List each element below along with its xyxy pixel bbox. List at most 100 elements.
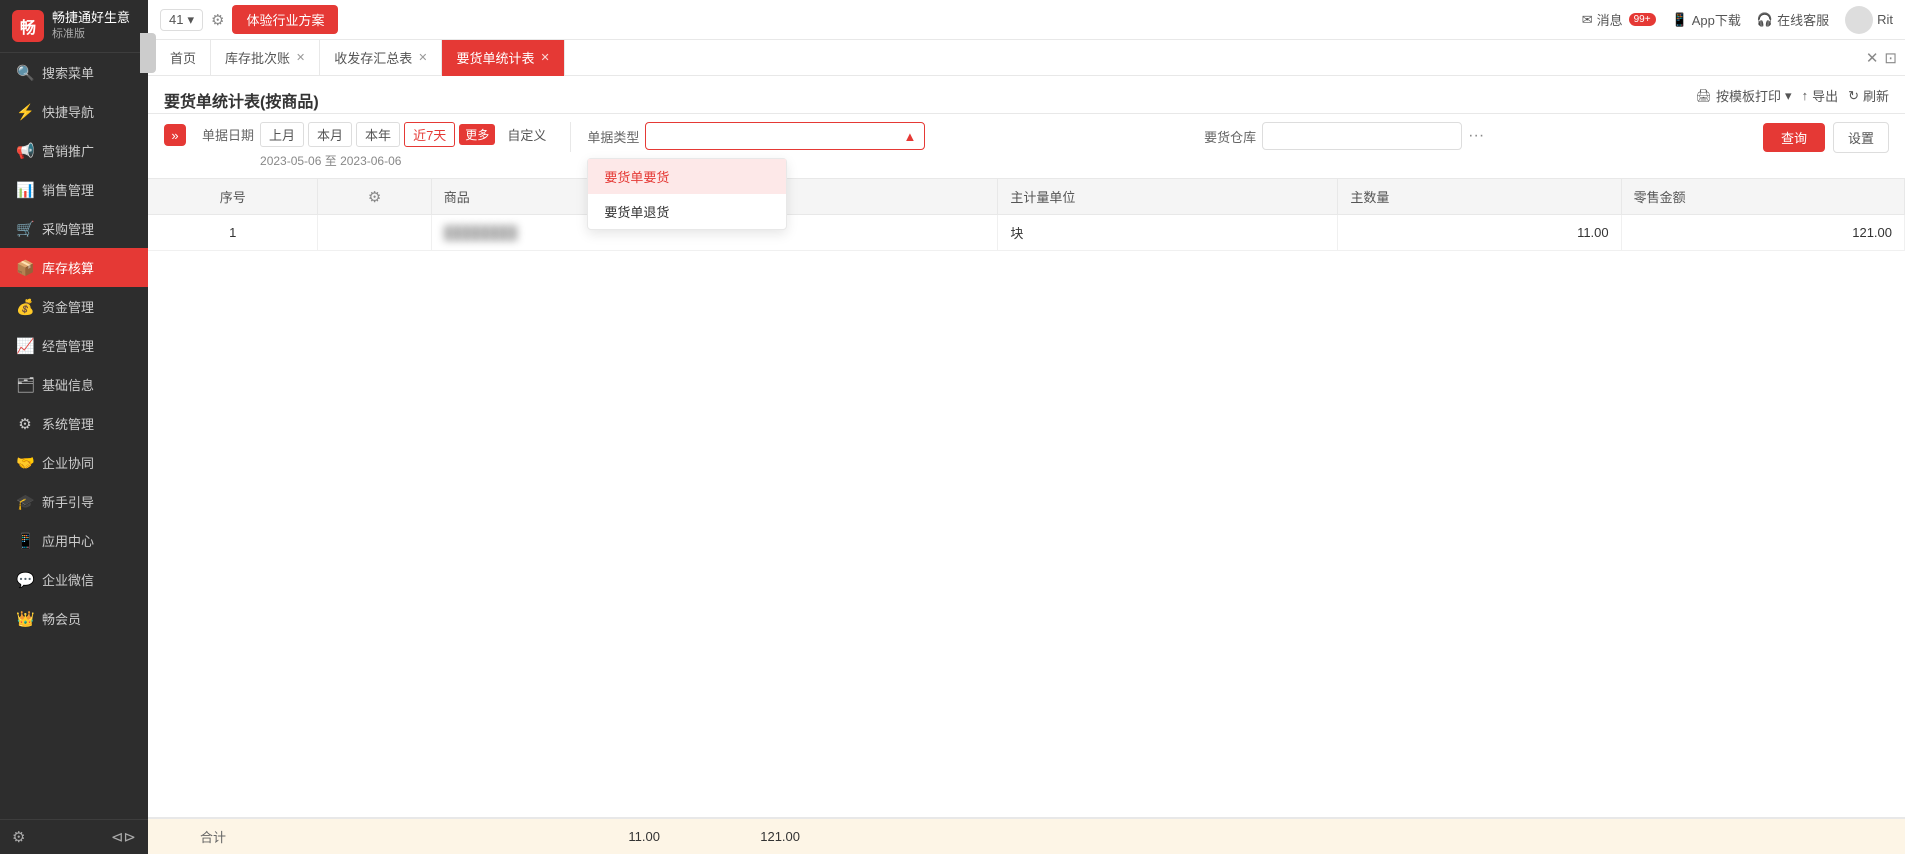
warehouse-label: 要货仓库 — [1204, 127, 1256, 146]
tab-maximize-button[interactable]: ⊡ — [1884, 49, 1897, 67]
col-quantity: 主数量 — [1338, 179, 1621, 215]
type-label: 单据类型 — [587, 127, 639, 146]
topbar-left: 41 ▾ ⚙ 体验行业方案 — [160, 5, 1572, 34]
sidebar-item-basic[interactable]: 🗂 基础信息 — [0, 365, 148, 404]
page-header: 要货单统计表(按商品) 🖨 按模板打印 ▾ ↑ 导出 ↻ 刷新 — [148, 76, 1905, 114]
settings-bottom-icon[interactable]: ⚙ — [12, 828, 25, 846]
sidebar-item-purchase[interactable]: 🛒 采购管理 — [0, 209, 148, 248]
table-container: 序号 ⚙ 商品 主计量单位 主数量 零售金额 1 — [148, 179, 1905, 817]
footer-amount: 121.00 — [720, 829, 800, 844]
date-filter-group: 单据日期 上月 本月 本年 近7天 更多 自定义 单据日期 2023-05-06… — [202, 122, 554, 170]
tab-close-receivables[interactable]: ✕ — [418, 51, 427, 64]
chevron-down-icon: ▾ — [187, 12, 194, 28]
avatar — [1845, 6, 1873, 34]
query-actions: 查询 设置 — [1763, 122, 1889, 153]
cell-amount: 121.00 — [1621, 215, 1904, 251]
date-label: 单据日期 — [202, 125, 254, 144]
col-seq: 序号 — [148, 179, 318, 215]
tab-order-summary[interactable]: 要货单统计表 ✕ — [442, 40, 564, 76]
date-filter-row: 单据日期 上月 本月 本年 近7天 更多 自定义 — [202, 122, 554, 147]
dropdown-item-requisition[interactable]: 要货单要货 — [588, 159, 786, 194]
handshake-icon: 🤝 — [16, 454, 34, 472]
megaphone-icon: 📢 — [16, 142, 34, 160]
tabbar: 首页 库存批次账 ✕ 收发存汇总表 ✕ 要货单统计表 ✕ ✕ ⊡ — [148, 40, 1905, 76]
print-button[interactable]: 🖨 按模板打印 ▾ — [1696, 86, 1792, 105]
sidebar-menu: 🔍 搜索菜单 ⚡ 快捷导航 📢 营销推广 📊 销售管理 🛒 采购管理 📦 库存核… — [0, 53, 148, 819]
cell-quantity: 11.00 — [1338, 215, 1621, 251]
sidebar-toggle[interactable] — [140, 33, 156, 73]
sidebar-item-marketing[interactable]: 📢 营销推广 — [0, 131, 148, 170]
date-btn-this-month[interactable]: 本月 — [308, 122, 352, 147]
date-buttons: 上月 本月 本年 近7天 更多 自定义 — [260, 122, 554, 147]
col-amount: 零售金额 — [1621, 179, 1904, 215]
graduation-icon: 🎓 — [16, 493, 34, 511]
trial-button[interactable]: 体验行业方案 — [232, 5, 338, 34]
sidebar: 畅 畅捷通好生意 标准版 🔍 搜索菜单 ⚡ 快捷导航 📢 营销推广 📊 销售管理… — [0, 0, 148, 854]
app-download-button[interactable]: 📱 App下载 — [1672, 10, 1741, 29]
tab-home[interactable]: 首页 — [156, 40, 211, 76]
sidebar-item-member[interactable]: 👑 畅会员 — [0, 599, 148, 638]
tabbar-actions: ✕ ⊡ — [1866, 49, 1897, 67]
topbar-gear-icon[interactable]: ⚙ — [211, 11, 224, 29]
refresh-icon: ↻ — [1848, 88, 1859, 104]
page-actions: 🖨 按模板打印 ▾ ↑ 导出 ↻ 刷新 — [1696, 86, 1890, 113]
sidebar-item-appstore[interactable]: 📱 应用中心 — [0, 521, 148, 560]
message-badge: 99+ — [1629, 13, 1656, 26]
sidebar-bottom: ⚙ ⊲⊳ — [0, 819, 148, 854]
print-icon: 🖨 — [1696, 88, 1713, 104]
sidebar-item-operation[interactable]: 📈 经营管理 — [0, 326, 148, 365]
footer-quantity: 11.00 — [580, 829, 660, 844]
warehouse-more-button[interactable]: ··· — [1468, 127, 1484, 145]
table-body: 1 ████████ 块 11.00 121.00 — [148, 215, 1905, 251]
date-btn-custom[interactable]: 自定义 — [499, 123, 554, 146]
date-btn-this-year[interactable]: 本年 — [356, 122, 400, 147]
col-unit: 主计量单位 — [998, 179, 1338, 215]
tab-close-inventory-batch[interactable]: ✕ — [296, 51, 305, 64]
sidebar-item-cooperation[interactable]: 🤝 企业协同 — [0, 443, 148, 482]
tab-receivables-summary[interactable]: 收发存汇总表 ✕ — [320, 40, 442, 76]
money-icon: 💰 — [16, 298, 34, 316]
type-select[interactable]: ▲ — [645, 122, 925, 150]
cell-actions — [318, 215, 431, 251]
trend-icon: 📈 — [16, 337, 34, 355]
sidebar-item-finance[interactable]: 💰 资金管理 — [0, 287, 148, 326]
dropdown-item-return[interactable]: 要货单退货 — [588, 194, 786, 229]
sidebar-item-system[interactable]: ⚙ 系统管理 — [0, 404, 148, 443]
sidebar-item-inventory[interactable]: 📦 库存核算 — [0, 248, 148, 287]
tab-inventory-batch[interactable]: 库存批次账 ✕ — [211, 40, 320, 76]
sidebar-item-guide[interactable]: 🎓 新手引导 — [0, 482, 148, 521]
topbar: 41 ▾ ⚙ 体验行业方案 ✉ 消息 99+ 📱 App下载 🎧 在线客服 R — [148, 0, 1905, 40]
mobile-download-icon: 📱 — [1672, 12, 1688, 28]
date-btn-more[interactable]: 更多 — [459, 124, 495, 145]
search-icon: 🔍 — [16, 64, 34, 82]
user-avatar-area[interactable]: Rit — [1845, 6, 1893, 34]
settings-button[interactable]: 设置 — [1833, 122, 1889, 153]
topbar-right: ✉ 消息 99+ 📱 App下载 🎧 在线客服 Rit — [1582, 6, 1893, 34]
query-button[interactable]: 查询 — [1763, 123, 1825, 152]
warehouse-input[interactable] — [1262, 122, 1462, 150]
tab-close-all-button[interactable]: ✕ — [1866, 49, 1879, 67]
sidebar-item-shortcut[interactable]: ⚡ 快捷导航 — [0, 92, 148, 131]
message-button[interactable]: ✉ 消息 99+ — [1582, 10, 1656, 29]
refresh-button[interactable]: ↻ 刷新 — [1848, 86, 1889, 105]
type-dropdown-menu: 要货单要货 要货单退货 — [587, 158, 787, 230]
filter-separator-1 — [570, 122, 571, 152]
date-btn-7days[interactable]: 近7天 — [404, 122, 455, 147]
store-selector[interactable]: 41 ▾ — [160, 9, 203, 31]
filter-expand-button[interactable]: » — [164, 124, 186, 146]
sidebar-item-sales[interactable]: 📊 销售管理 — [0, 170, 148, 209]
col-gear-icon[interactable]: ⚙ — [368, 189, 381, 206]
export-button[interactable]: ↑ 导出 — [1802, 86, 1839, 105]
collapse-icon[interactable]: ⊲⊳ — [111, 828, 136, 846]
date-btn-last-month[interactable]: 上月 — [260, 122, 304, 147]
page-title: 要货单统计表(按商品) — [164, 88, 319, 112]
sidebar-item-wecom[interactable]: 💬 企业微信 — [0, 560, 148, 599]
type-select-arrow-icon: ▲ — [903, 129, 916, 144]
tab-close-order-summary[interactable]: ✕ — [541, 51, 550, 64]
table-footer: 合计 11.00 121.00 — [148, 817, 1905, 854]
online-service-button[interactable]: 🎧 在线客服 — [1757, 10, 1829, 29]
sidebar-item-search[interactable]: 🔍 搜索菜单 — [0, 53, 148, 92]
cart-icon: 🛒 — [16, 220, 34, 238]
username-label: Rit — [1877, 12, 1893, 27]
filter-bar: » 单据日期 上月 本月 本年 近7天 更多 自定义 单据日期 2023-05-… — [148, 114, 1905, 179]
